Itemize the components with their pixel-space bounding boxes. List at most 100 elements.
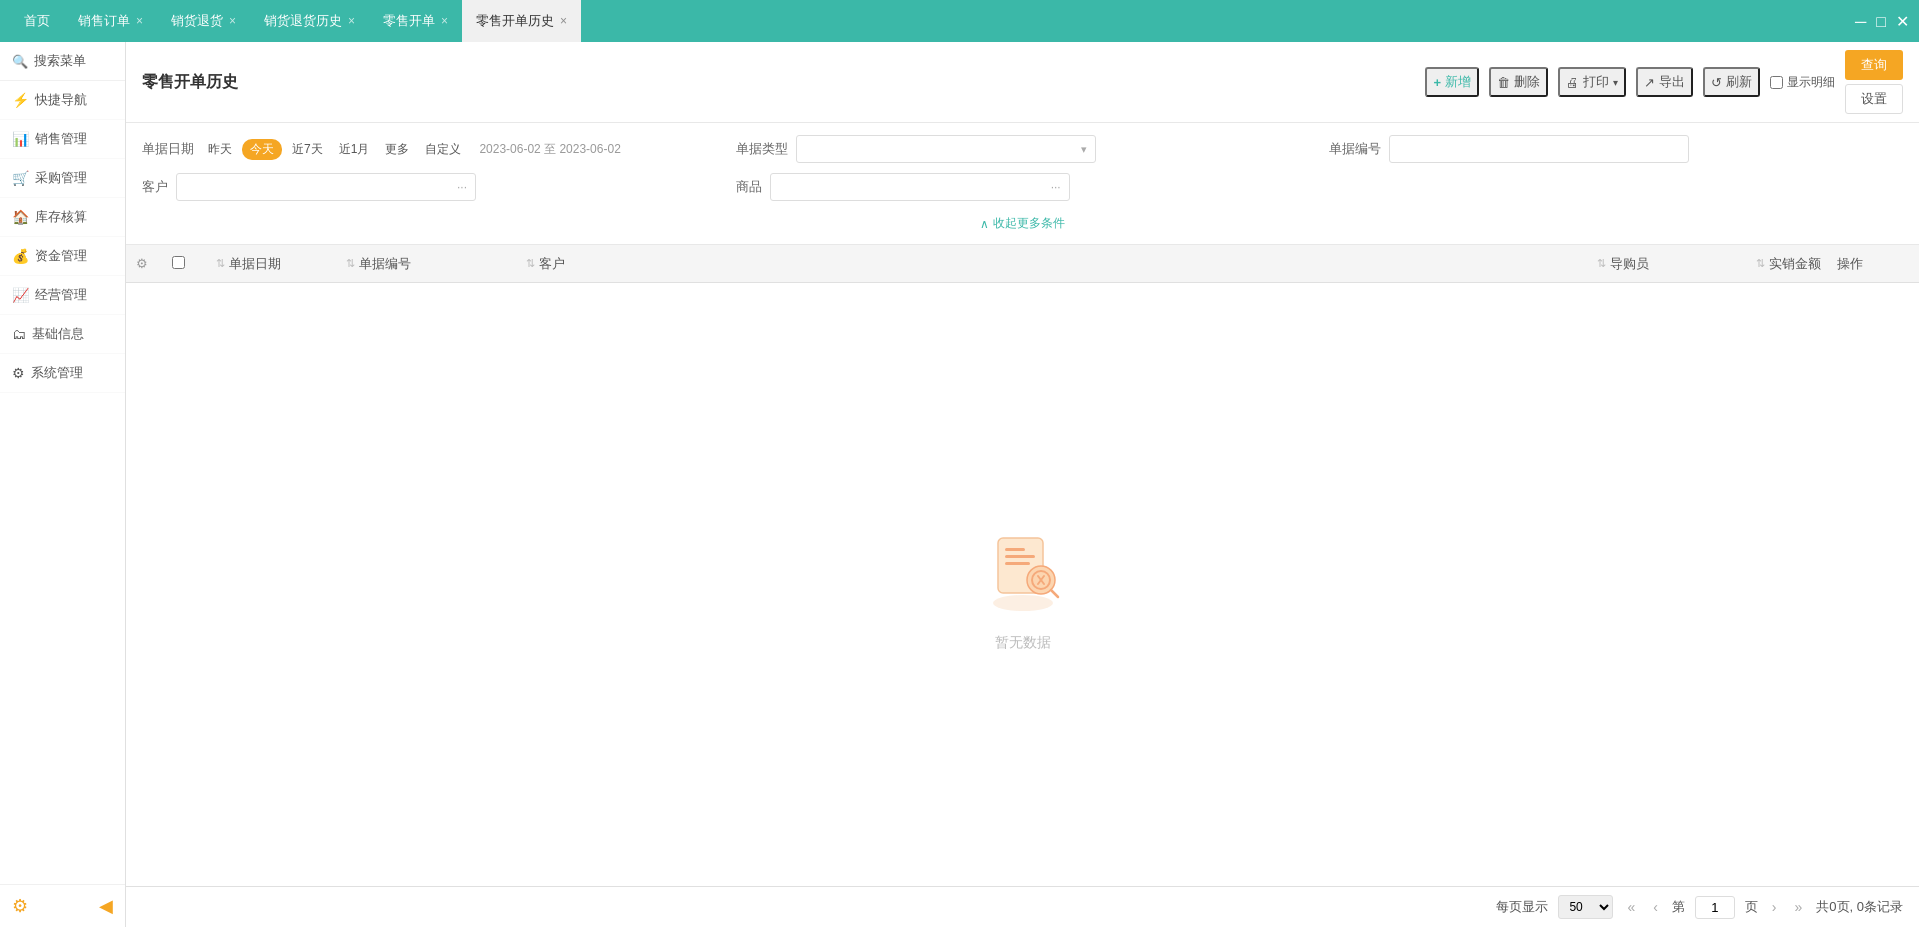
sidebar-item-operations[interactable]: 📈 经营管理 (0, 276, 125, 315)
tab-sales-return-history[interactable]: 销货退货历史 × (250, 0, 369, 42)
tab-sales-return-close[interactable]: × (229, 14, 236, 28)
refresh-label: 刷新 (1726, 73, 1752, 91)
tab-retail-history[interactable]: 零售开单历史 × (462, 0, 581, 42)
sidebar-item-operations-label: 经营管理 (35, 286, 87, 304)
search-icon: 🔍 (12, 54, 28, 69)
sidebar-item-finance[interactable]: 💰 资金管理 (0, 237, 125, 276)
svg-rect-2 (1005, 548, 1025, 551)
per-page-label: 每页显示 (1496, 898, 1548, 916)
toolbar-actions: + 新增 🗑 删除 🖨 打印 ▾ ↗ 导出 ↺ 刷新 (1425, 50, 1903, 114)
tab-sales-return-history-close[interactable]: × (348, 14, 355, 28)
close-button[interactable]: ✕ (1896, 12, 1909, 31)
tab-home-label: 首页 (24, 12, 50, 30)
date-btn-yesterday[interactable]: 昨天 (202, 139, 238, 160)
tab-retail-open[interactable]: 零售开单 × (369, 0, 462, 42)
collapse-button[interactable]: ∧ 收起更多条件 (980, 215, 1065, 232)
settings-bottom-icon[interactable]: ⚙ (12, 895, 28, 917)
goods-label: 商品 (736, 178, 762, 196)
goods-select[interactable]: ··· (770, 173, 1070, 201)
th-customer-label: 客户 (539, 255, 565, 273)
add-button[interactable]: + 新增 (1425, 67, 1479, 97)
sidebar-item-base-info-label: 基础信息 (32, 325, 84, 343)
table-settings-icon[interactable]: ⚙ (136, 256, 172, 271)
first-page-button[interactable]: « (1623, 897, 1639, 917)
th-date-sort-icon: ⇅ (216, 257, 225, 270)
prev-page-button[interactable]: ‹ (1649, 897, 1662, 917)
select-all-checkbox[interactable] (172, 256, 185, 269)
order-num-label: 单据编号 (1329, 140, 1381, 158)
last-page-button[interactable]: » (1791, 897, 1807, 917)
export-button[interactable]: ↗ 导出 (1636, 67, 1693, 97)
collapse-row: ∧ 收起更多条件 (142, 211, 1903, 232)
empty-state: 暂无数据 (126, 283, 1919, 886)
customer-select-dots: ··· (457, 180, 467, 194)
date-btn-last7[interactable]: 近7天 (286, 139, 329, 160)
min-button[interactable]: ─ (1855, 12, 1866, 30)
delete-label: 删除 (1514, 73, 1540, 91)
pagination: 每页显示 50 10 20 100 « ‹ 第 页 › » 共0页, 0条记录 (126, 886, 1919, 927)
sidebar-item-sys-mgmt[interactable]: ⚙ 系统管理 (0, 354, 125, 393)
tab-sales-order-close[interactable]: × (136, 14, 143, 28)
date-btn-today[interactable]: 今天 (242, 139, 282, 160)
display-detail-checkbox[interactable]: 显示明细 (1770, 74, 1835, 91)
collapse-label: 收起更多条件 (993, 215, 1065, 232)
window-controls: ─ □ ✕ (1855, 12, 1909, 31)
toolbar: 零售开单历史 + 新增 🗑 删除 🖨 打印 ▾ ↗ 导出 ↺ (126, 42, 1919, 123)
max-button[interactable]: □ (1876, 12, 1886, 30)
content-area: 零售开单历史 + 新增 🗑 删除 🖨 打印 ▾ ↗ 导出 ↺ (126, 42, 1919, 927)
order-num-input[interactable] (1389, 135, 1689, 163)
finance-icon: 💰 (12, 248, 29, 264)
svg-point-0 (993, 595, 1053, 611)
type-select[interactable]: ▾ (796, 135, 1096, 163)
operations-icon: 📈 (12, 287, 29, 303)
filter-row-2: 客户 ··· 商品 ··· (142, 173, 1903, 201)
filter-row-1: 单据日期 昨天 今天 近7天 近1月 更多 自定义 2023-06-02 至 2… (142, 135, 1903, 163)
sidebar-item-purchase[interactable]: 🛒 采购管理 (0, 159, 125, 198)
tab-retail-history-label: 零售开单历史 (476, 12, 554, 30)
th-amount[interactable]: ⇅ 实销金额 (1709, 255, 1829, 273)
date-btn-last-month[interactable]: 近1月 (333, 139, 376, 160)
th-date[interactable]: ⇅ 单据日期 (208, 255, 338, 273)
next-page-button[interactable]: › (1768, 897, 1781, 917)
th-guide-label: 导购员 (1610, 255, 1649, 273)
customer-select[interactable]: ··· (176, 173, 476, 201)
date-btn-custom[interactable]: 自定义 (419, 139, 467, 160)
type-select-arrow: ▾ (1081, 143, 1087, 156)
tab-home[interactable]: 首页 (10, 0, 64, 42)
tab-retail-open-close[interactable]: × (441, 14, 448, 28)
sidebar-search[interactable]: 🔍 搜索菜单 (0, 42, 125, 81)
tab-sales-return-history-label: 销货退货历史 (264, 12, 342, 30)
th-num-sort-icon: ⇅ (346, 257, 355, 270)
tab-retail-history-close[interactable]: × (560, 14, 567, 28)
sidebar: 🔍 搜索菜单 ⚡ 快捷导航 📊 销售管理 🛒 采购管理 🏠 库存核算 💰 资金管… (0, 42, 126, 927)
customer-label: 客户 (142, 178, 168, 196)
th-customer[interactable]: ⇅ 客户 (518, 255, 1589, 273)
collapse-sidebar-icon[interactable]: ◀ (99, 895, 113, 917)
add-icon: + (1433, 75, 1441, 90)
th-guide[interactable]: ⇅ 导购员 (1589, 255, 1709, 273)
sidebar-item-sales[interactable]: 📊 销售管理 (0, 120, 125, 159)
date-range-display: 2023-06-02 至 2023-06-02 (479, 141, 620, 158)
print-icon: 🖨 (1566, 75, 1579, 90)
date-buttons: 昨天 今天 近7天 近1月 更多 自定义 (202, 139, 467, 160)
table-checkbox-all[interactable] (172, 256, 208, 272)
purchase-icon: 🛒 (12, 170, 29, 186)
refresh-button[interactable]: ↺ 刷新 (1703, 67, 1760, 97)
table-header: ⚙ ⇅ 单据日期 ⇅ 单据编号 ⇅ 客户 ⇅ 导购员 (126, 245, 1919, 283)
date-btn-more[interactable]: 更多 (379, 139, 415, 160)
print-label: 打印 (1583, 73, 1609, 91)
sidebar-item-base-info[interactable]: 🗂 基础信息 (0, 315, 125, 354)
print-dropdown-icon: ▾ (1613, 77, 1618, 88)
tab-sales-return[interactable]: 销货退货 × (157, 0, 250, 42)
settings-button[interactable]: 设置 (1845, 84, 1903, 114)
display-detail-input[interactable] (1770, 76, 1783, 89)
sidebar-item-quick-nav[interactable]: ⚡ 快捷导航 (0, 81, 125, 120)
query-button[interactable]: 查询 (1845, 50, 1903, 80)
page-input[interactable] (1695, 896, 1735, 919)
sidebar-item-inventory[interactable]: 🏠 库存核算 (0, 198, 125, 237)
print-button[interactable]: 🖨 打印 ▾ (1558, 67, 1626, 97)
th-num[interactable]: ⇅ 单据编号 (338, 255, 518, 273)
delete-button[interactable]: 🗑 删除 (1489, 67, 1548, 97)
per-page-select[interactable]: 50 10 20 100 (1558, 895, 1613, 919)
tab-sales-order[interactable]: 销售订单 × (64, 0, 157, 42)
